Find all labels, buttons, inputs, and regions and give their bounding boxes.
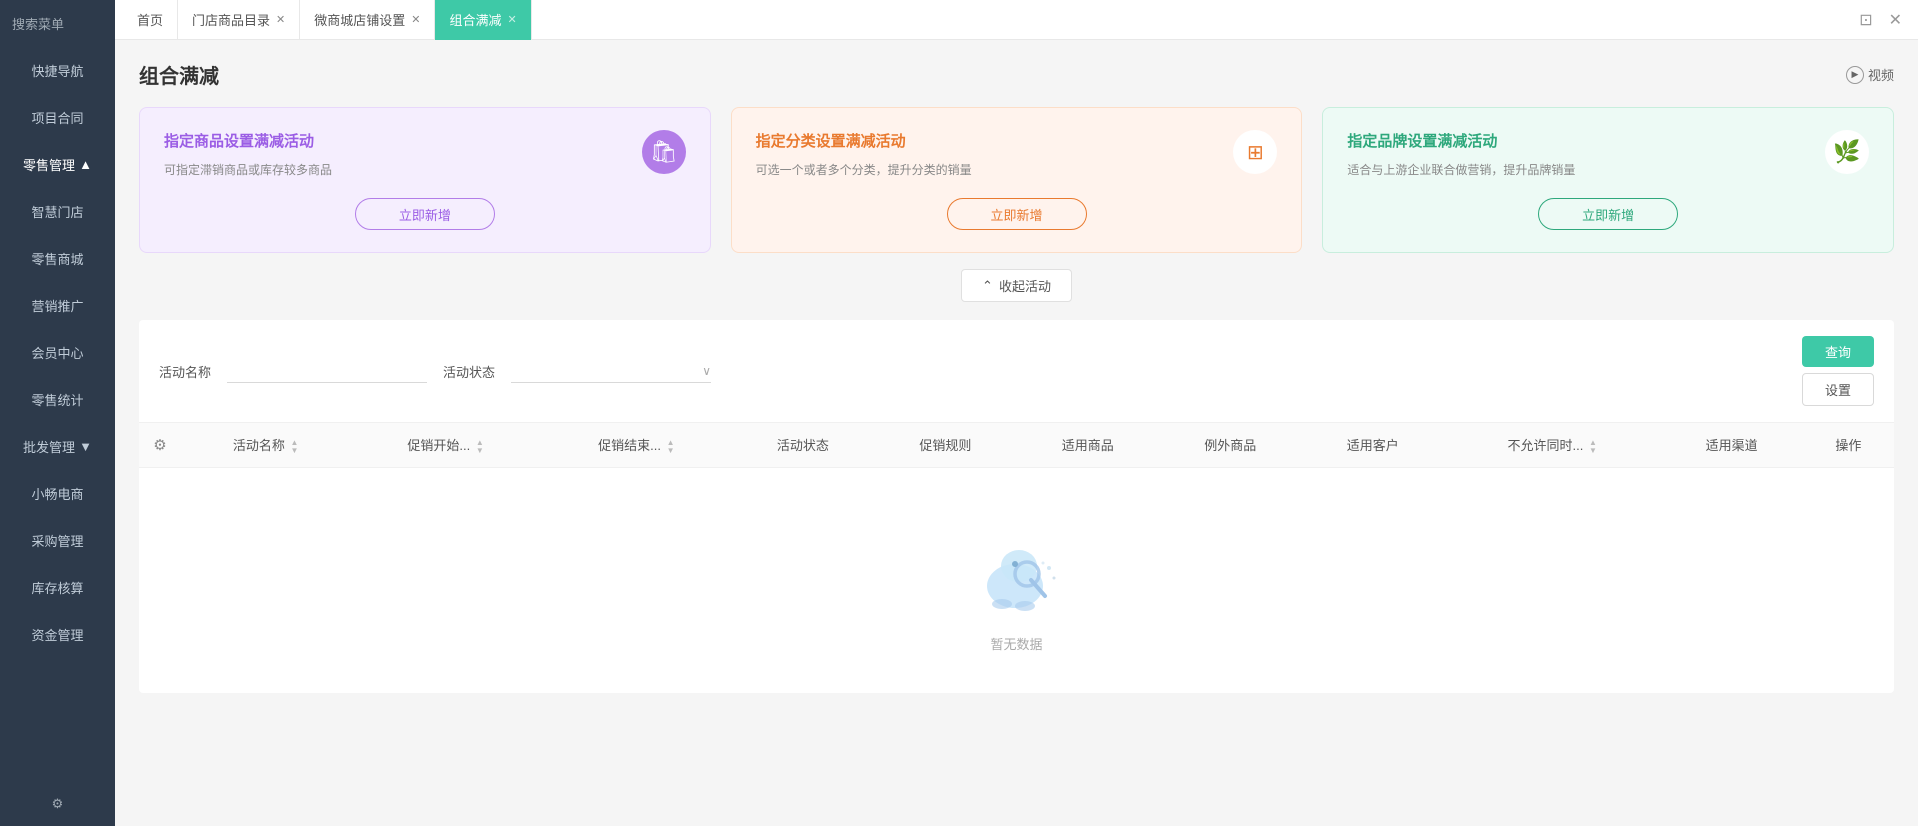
table-header-activity-name: 活动名称 ▲▼ — [181, 423, 350, 467]
tab-combo-discount[interactable]: 组合满减 ✕ — [435, 0, 531, 40]
empty-text: 暂无数据 — [139, 634, 1894, 653]
table-header-applicable-goods: 适用商品 — [1017, 423, 1159, 467]
table-header-exception-goods: 例外商品 — [1159, 423, 1301, 467]
table-header-promo-start: 促销开始... ▲▼ — [350, 423, 541, 467]
data-table: ⚙ 活动名称 ▲▼ 促销开始... ▲▼ 促销结束... ▲▼ — [139, 423, 1894, 693]
table-header-applicable-customer: 适用客户 — [1302, 423, 1444, 467]
product-card-icon: 🛍 — [642, 130, 686, 174]
page-header: 组合满减 ▶ 视频 — [139, 60, 1894, 89]
gear-icon[interactable]: ⚙ — [153, 437, 166, 454]
sidebar-item-purchase-mgmt[interactable]: 采购管理 — [0, 517, 115, 564]
sidebar-item-retail-mgmt[interactable]: 零售管理 ▲ — [0, 141, 115, 188]
sort-arrows-activity-name[interactable]: ▲▼ — [290, 439, 298, 455]
brand-card-desc: 适合与上游企业联合做营销，提升品牌销量 — [1347, 161, 1869, 180]
brand-card-title: 指定品牌设置满减活动 — [1347, 130, 1869, 151]
tab-bar: 首页 门店商品目录 ✕ 微商城店铺设置 ✕ 组合满减 ✕ ⊡ ✕ — [115, 0, 1918, 40]
sidebar-item-finance[interactable]: 资金管理 — [0, 611, 115, 658]
maximize-button[interactable]: ⊡ — [1855, 10, 1876, 30]
sidebar-item-member-center[interactable]: 会员中心 — [0, 329, 115, 376]
collapse-button[interactable]: ⌃ 收起活动 — [961, 269, 1072, 302]
table-header-action: 操作 — [1803, 423, 1894, 467]
sort-arrows-concurrent[interactable]: ▲▼ — [1589, 439, 1597, 455]
sidebar-item-inventory[interactable]: 库存核算 — [0, 564, 115, 611]
sidebar-item-marketing[interactable]: 营销推广 — [0, 282, 115, 329]
data-table-wrap: ⚙ 活动名称 ▲▼ 促销开始... ▲▼ 促销结束... ▲▼ — [139, 423, 1894, 693]
chevron-down-icon: ∨ — [702, 364, 711, 378]
table-header-promo-end: 促销结束... ▲▼ — [541, 423, 732, 467]
brand-card-icon: 🌿 — [1825, 130, 1869, 174]
sidebar-item-project-contract[interactable]: 项目合同 — [0, 94, 115, 141]
activity-status-label: 活动状态 — [443, 362, 495, 381]
chevron-up-icon: ▲ — [79, 157, 92, 172]
window-controls: ⊡ ✕ — [1855, 10, 1910, 30]
sidebar-item-xiaochangec[interactable]: 小畅电商 — [0, 470, 115, 517]
tab-close-combo-discount[interactable]: ✕ — [508, 13, 517, 26]
table-header-not-allow-concurrent: 不允许同时... ▲▼ — [1444, 423, 1660, 467]
page-title: 组合满减 — [139, 60, 219, 89]
brand-card-add-button[interactable]: 立即新增 — [1538, 198, 1678, 230]
activity-name-input[interactable] — [227, 359, 427, 383]
product-card-desc: 可指定滞销商品或库存较多商品 — [164, 161, 686, 180]
sidebar-search[interactable]: 搜索菜单 — [0, 0, 115, 47]
category-card-add-button[interactable]: 立即新增 — [947, 198, 1087, 230]
close-button[interactable]: ✕ — [1885, 10, 1906, 30]
main-area: 首页 门店商品目录 ✕ 微商城店铺设置 ✕ 组合满减 ✕ ⊡ ✕ 组合满减 ▶ … — [115, 0, 1918, 826]
tab-store-catalog[interactable]: 门店商品目录 ✕ — [178, 0, 300, 40]
tab-home[interactable]: 首页 — [123, 0, 178, 40]
product-card: 🛍 指定商品设置满减活动 可指定滞销商品或库存较多商品 立即新增 — [139, 107, 711, 253]
sidebar-item-wholesale-mgmt[interactable]: 批发管理 ▼ — [0, 423, 115, 470]
sidebar-item-quick-nav[interactable]: 快捷导航 — [0, 47, 115, 94]
query-button[interactable]: 查询 — [1802, 336, 1874, 367]
chevron-up-icon: ⌃ — [982, 278, 993, 294]
sidebar-item-smart-store[interactable]: 智慧门店 — [0, 188, 115, 235]
sidebar-item-retail-mall[interactable]: 零售商城 — [0, 235, 115, 282]
table-header-applicable-channel: 适用渠道 — [1660, 423, 1802, 467]
sidebar-item-retail-stats[interactable]: 零售统计 — [0, 376, 115, 423]
filter-row: 活动名称 活动状态 ∨ 查询 设置 — [139, 320, 1894, 423]
empty-illustration — [967, 528, 1067, 618]
sort-arrows-promo-end[interactable]: ▲▼ — [667, 439, 675, 455]
tab-wechat-settings[interactable]: 微商城店铺设置 ✕ — [300, 0, 435, 40]
sidebar: 搜索菜单 快捷导航 项目合同 零售管理 ▲ 智慧门店 零售商城 营销推广 会员中… — [0, 0, 115, 826]
video-button[interactable]: ▶ 视频 — [1846, 65, 1894, 84]
video-icon: ▶ — [1846, 66, 1864, 84]
category-card: ⊞ 指定分类设置满减活动 可选一个或者多个分类，提升分类的销量 立即新增 — [731, 107, 1303, 253]
product-card-add-button[interactable]: 立即新增 — [355, 198, 495, 230]
category-card-title: 指定分类设置满减活动 — [756, 130, 1278, 151]
content-area: 组合满减 ▶ 视频 🛍 指定商品设置满减活动 可指定滞销商品或库存较多商品 立即… — [115, 40, 1918, 826]
cards-row: 🛍 指定商品设置满减活动 可指定滞销商品或库存较多商品 立即新增 ⊞ 指定分类设… — [139, 107, 1894, 253]
tab-close-wechat-settings[interactable]: ✕ — [411, 13, 420, 26]
sort-arrows-promo-start[interactable]: ▲▼ — [476, 439, 484, 455]
table-header-activity-status: 活动状态 — [732, 423, 874, 467]
table-header-gear: ⚙ — [139, 423, 181, 467]
chevron-down-icon: ▼ — [79, 439, 92, 454]
activity-name-label: 活动名称 — [159, 362, 211, 381]
collapse-bar: ⌃ 收起活动 — [139, 269, 1894, 302]
empty-state: 暂无数据 — [139, 468, 1894, 693]
filter-settings-button[interactable]: 设置 — [1802, 373, 1874, 406]
product-card-title: 指定商品设置满减活动 — [164, 130, 686, 151]
tab-close-store-catalog[interactable]: ✕ — [276, 13, 285, 26]
category-card-desc: 可选一个或者多个分类，提升分类的销量 — [756, 161, 1278, 180]
table-header-promo-rule: 促销规则 — [874, 423, 1016, 467]
activity-status-select[interactable]: ∨ — [511, 360, 711, 383]
settings-icon[interactable]: ⚙ — [0, 782, 115, 826]
brand-card: 🌿 指定品牌设置满减活动 适合与上游企业联合做营销，提升品牌销量 立即新增 — [1322, 107, 1894, 253]
